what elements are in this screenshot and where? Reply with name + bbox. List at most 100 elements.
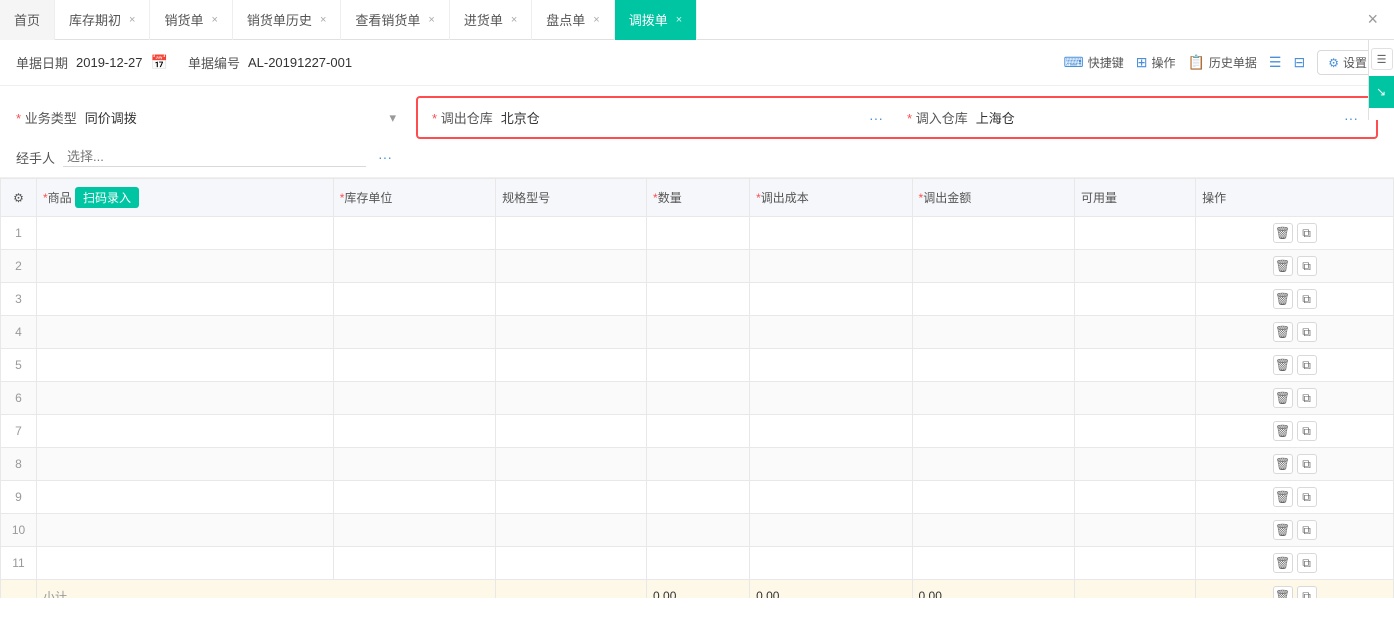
delete-row-7-button[interactable]: 🗑 (1273, 421, 1293, 441)
cell-quantity-5[interactable] (647, 349, 750, 382)
cell-amount-10[interactable] (912, 514, 1074, 547)
cell-available-10[interactable] (1074, 514, 1195, 547)
copy-row-8-button[interactable]: ⧉ (1297, 454, 1317, 474)
operations-action[interactable]: ⊞ 操作 (1136, 54, 1176, 71)
copy-row-6-button[interactable]: ⧉ (1297, 388, 1317, 408)
cell-available-5[interactable] (1074, 349, 1195, 382)
cell-product-7[interactable] (37, 415, 334, 448)
cell-spec-1[interactable] (496, 217, 647, 250)
warehouse-in-ellipsis[interactable]: ··· (1340, 110, 1362, 126)
cell-quantity-2[interactable] (647, 250, 750, 283)
handler-ellipsis[interactable]: ··· (374, 149, 396, 165)
cell-available-4[interactable] (1074, 316, 1195, 349)
cell-amount-8[interactable] (912, 448, 1074, 481)
cell-unit-7[interactable] (333, 415, 495, 448)
cell-product-8[interactable] (37, 448, 334, 481)
tab-view-sales-close[interactable]: × (428, 14, 434, 26)
cell-product-3[interactable] (37, 283, 334, 316)
cell-product-10[interactable] (37, 514, 334, 547)
delete-row-9-button[interactable]: 🗑 (1273, 487, 1293, 507)
cell-cost-7[interactable] (750, 415, 912, 448)
cell-quantity-11[interactable] (647, 547, 750, 580)
cell-product-11[interactable] (37, 547, 334, 580)
cell-amount-2[interactable] (912, 250, 1074, 283)
cell-amount-7[interactable] (912, 415, 1074, 448)
cell-unit-9[interactable] (333, 481, 495, 514)
cell-spec-5[interactable] (496, 349, 647, 382)
cell-cost-3[interactable] (750, 283, 912, 316)
cell-spec-7[interactable] (496, 415, 647, 448)
cell-unit-11[interactable] (333, 547, 495, 580)
delete-row-8-button[interactable]: 🗑 (1273, 454, 1293, 474)
cell-unit-10[interactable] (333, 514, 495, 547)
cell-product-4[interactable] (37, 316, 334, 349)
cell-quantity-4[interactable] (647, 316, 750, 349)
cell-amount-3[interactable] (912, 283, 1074, 316)
delete-row-1-button[interactable]: 🗑 (1273, 223, 1293, 243)
cell-amount-9[interactable] (912, 481, 1074, 514)
delete-row-3-button[interactable]: 🗑 (1273, 289, 1293, 309)
copy-row-9-button[interactable]: ⧉ (1297, 487, 1317, 507)
warehouse-out-ellipsis[interactable]: ··· (865, 110, 887, 126)
cell-spec-10[interactable] (496, 514, 647, 547)
sidebar-list-button[interactable]: ☰ (1371, 48, 1393, 70)
delete-row-11-button[interactable]: 🗑 (1273, 553, 1293, 573)
cell-product-2[interactable] (37, 250, 334, 283)
copy-row-3-button[interactable]: ⧉ (1297, 289, 1317, 309)
cell-product-5[interactable] (37, 349, 334, 382)
delete-row-2-button[interactable]: 🗑 (1273, 256, 1293, 276)
cell-available-8[interactable] (1074, 448, 1195, 481)
cell-cost-2[interactable] (750, 250, 912, 283)
cell-quantity-1[interactable] (647, 217, 750, 250)
sidebar-expand-button[interactable]: ↗ (1369, 76, 1394, 108)
cell-available-6[interactable] (1074, 382, 1195, 415)
delete-row-5-button[interactable]: 🗑 (1273, 355, 1293, 375)
cell-quantity-6[interactable] (647, 382, 750, 415)
cell-product-9[interactable] (37, 481, 334, 514)
cell-available-9[interactable] (1074, 481, 1195, 514)
handler-input[interactable] (63, 147, 366, 167)
cell-available-1[interactable] (1074, 217, 1195, 250)
history-docs-action[interactable]: 📋 历史单据 (1187, 54, 1256, 71)
cell-available-2[interactable] (1074, 250, 1195, 283)
layout-icon[interactable]: ☰ (1269, 54, 1282, 71)
cell-quantity-3[interactable] (647, 283, 750, 316)
tab-transfer[interactable]: 调拨单 × (615, 0, 697, 40)
cell-amount-5[interactable] (912, 349, 1074, 382)
cell-cost-11[interactable] (750, 547, 912, 580)
cell-unit-3[interactable] (333, 283, 495, 316)
cell-cost-10[interactable] (750, 514, 912, 547)
tab-purchase[interactable]: 进货单 × (450, 0, 532, 40)
cell-cost-9[interactable] (750, 481, 912, 514)
tab-transfer-close[interactable]: × (676, 14, 682, 26)
cell-spec-6[interactable] (496, 382, 647, 415)
cell-spec-2[interactable] (496, 250, 647, 283)
grid-icon[interactable]: ⊟ (1293, 54, 1305, 71)
cell-amount-1[interactable] (912, 217, 1074, 250)
tab-view-sales[interactable]: 查看销货单 × (341, 0, 449, 40)
cell-amount-11[interactable] (912, 547, 1074, 580)
calendar-icon[interactable]: 📅 (151, 54, 168, 71)
tab-sales-order[interactable]: 销货单 × (150, 0, 232, 40)
tab-inventory-check[interactable]: 盘点单 × (532, 0, 614, 40)
cell-cost-1[interactable] (750, 217, 912, 250)
tab-sales-history-close[interactable]: × (320, 14, 326, 26)
tab-inventory-init[interactable]: 库存期初 × (55, 0, 150, 40)
cell-spec-11[interactable] (496, 547, 647, 580)
delete-row-4-button[interactable]: 🗑 (1273, 322, 1293, 342)
copy-row-4-button[interactable]: ⧉ (1297, 322, 1317, 342)
cell-spec-4[interactable] (496, 316, 647, 349)
cell-unit-1[interactable] (333, 217, 495, 250)
tab-sales-order-close[interactable]: × (211, 14, 217, 26)
tab-sales-history[interactable]: 销货单历史 × (233, 0, 341, 40)
cell-cost-8[interactable] (750, 448, 912, 481)
tab-inventory-init-close[interactable]: × (129, 14, 135, 26)
cell-available-11[interactable] (1074, 547, 1195, 580)
cell-product-1[interactable] (37, 217, 334, 250)
delete-row-10-button[interactable]: 🗑 (1273, 520, 1293, 540)
business-type-select[interactable]: 同价调拨 ▾ (85, 108, 396, 127)
copy-row-1-button[interactable]: ⧉ (1297, 223, 1317, 243)
tab-inventory-check-close[interactable]: × (593, 14, 599, 26)
cell-quantity-9[interactable] (647, 481, 750, 514)
cell-unit-6[interactable] (333, 382, 495, 415)
